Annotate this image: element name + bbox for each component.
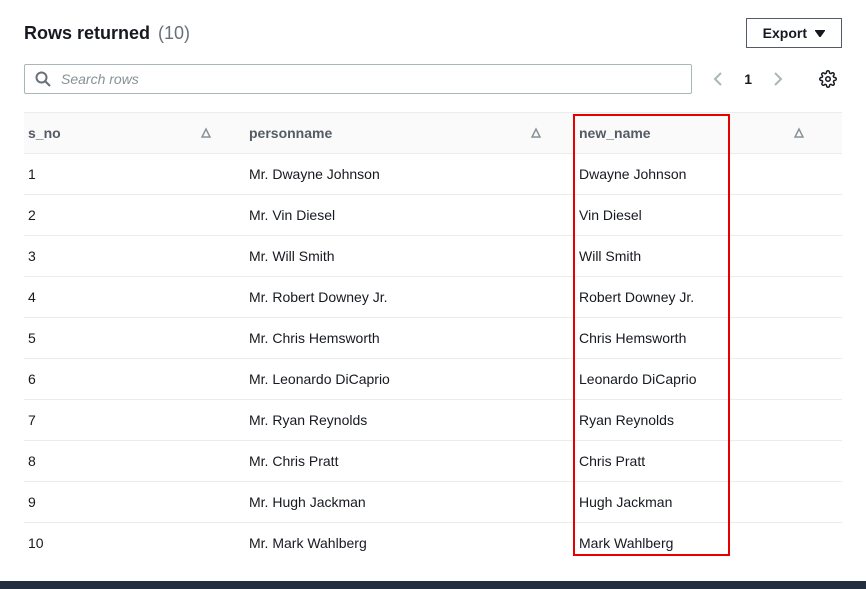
search-input[interactable] <box>51 71 681 87</box>
cell-new_name: Leonardo DiCaprio <box>579 359 842 400</box>
cell-s_no: 5 <box>24 318 249 359</box>
export-button[interactable]: Export <box>746 18 842 48</box>
column-header-label: new_name <box>579 125 651 141</box>
rows-returned-title: Rows returned <box>24 23 150 44</box>
rows-returned-count: (10) <box>158 23 190 44</box>
prev-page-button[interactable] <box>704 65 732 93</box>
cell-personname: Mr. Dwayne Johnson <box>249 154 579 195</box>
table-row[interactable]: 6Mr. Leonardo DiCaprioLeonardo DiCaprio <box>24 359 842 400</box>
table-row[interactable]: 7Mr. Ryan ReynoldsRyan Reynolds <box>24 400 842 441</box>
cell-personname: Mr. Chris Pratt <box>249 441 579 482</box>
cell-new_name: Chris Pratt <box>579 441 842 482</box>
table-row[interactable]: 4Mr. Robert Downey Jr.Robert Downey Jr. <box>24 277 842 318</box>
footer-bar <box>0 581 866 589</box>
pagination: 1 <box>700 65 796 93</box>
chevron-right-icon <box>772 71 784 87</box>
cell-s_no: 7 <box>24 400 249 441</box>
search-icon <box>35 71 51 87</box>
cell-new_name: Ryan Reynolds <box>579 400 842 441</box>
sort-icon[interactable] <box>201 125 211 141</box>
table-row[interactable]: 9Mr. Hugh JackmanHugh Jackman <box>24 482 842 523</box>
sort-icon[interactable] <box>794 125 804 141</box>
column-header-personname[interactable]: personname <box>249 113 579 154</box>
cell-s_no: 2 <box>24 195 249 236</box>
cell-new_name: Chris Hemsworth <box>579 318 842 359</box>
search-container[interactable] <box>24 64 692 94</box>
caret-down-icon <box>815 30 825 37</box>
chevron-left-icon <box>712 71 724 87</box>
cell-new_name: Hugh Jackman <box>579 482 842 523</box>
cell-personname: Mr. Will Smith <box>249 236 579 277</box>
column-header-new_name[interactable]: new_name <box>579 113 842 154</box>
settings-button[interactable] <box>814 65 842 93</box>
table-row[interactable]: 1Mr. Dwayne JohnsonDwayne Johnson <box>24 154 842 195</box>
table-row[interactable]: 5Mr. Chris HemsworthChris Hemsworth <box>24 318 842 359</box>
export-button-label: Export <box>763 25 807 41</box>
next-page-button[interactable] <box>764 65 792 93</box>
cell-s_no: 3 <box>24 236 249 277</box>
cell-s_no: 6 <box>24 359 249 400</box>
sort-icon[interactable] <box>531 125 541 141</box>
cell-s_no: 10 <box>24 523 249 564</box>
cell-new_name: Robert Downey Jr. <box>579 277 842 318</box>
cell-new_name: Mark Wahlberg <box>579 523 842 564</box>
table-row[interactable]: 8Mr. Chris PrattChris Pratt <box>24 441 842 482</box>
cell-personname: Mr. Chris Hemsworth <box>249 318 579 359</box>
cell-s_no: 1 <box>24 154 249 195</box>
cell-s_no: 9 <box>24 482 249 523</box>
column-header-s_no[interactable]: s_no <box>24 113 249 154</box>
cell-new_name: Dwayne Johnson <box>579 154 842 195</box>
cell-s_no: 4 <box>24 277 249 318</box>
cell-personname: Mr. Hugh Jackman <box>249 482 579 523</box>
column-header-label: personname <box>249 125 332 141</box>
cell-personname: Mr. Robert Downey Jr. <box>249 277 579 318</box>
cell-new_name: Will Smith <box>579 236 842 277</box>
cell-personname: Mr. Vin Diesel <box>249 195 579 236</box>
table-row[interactable]: 10Mr. Mark WahlbergMark Wahlberg <box>24 523 842 564</box>
cell-personname: Mr. Mark Wahlberg <box>249 523 579 564</box>
table-row[interactable]: 3Mr. Will SmithWill Smith <box>24 236 842 277</box>
cell-personname: Mr. Leonardo DiCaprio <box>249 359 579 400</box>
cell-personname: Mr. Ryan Reynolds <box>249 400 579 441</box>
results-table: s_no personname new_name 1Mr. Dwayne Johns… <box>24 112 842 563</box>
cell-s_no: 8 <box>24 441 249 482</box>
gear-icon <box>819 70 837 88</box>
table-row[interactable]: 2Mr. Vin DieselVin Diesel <box>24 195 842 236</box>
cell-new_name: Vin Diesel <box>579 195 842 236</box>
column-header-label: s_no <box>28 125 61 141</box>
current-page: 1 <box>736 71 760 87</box>
